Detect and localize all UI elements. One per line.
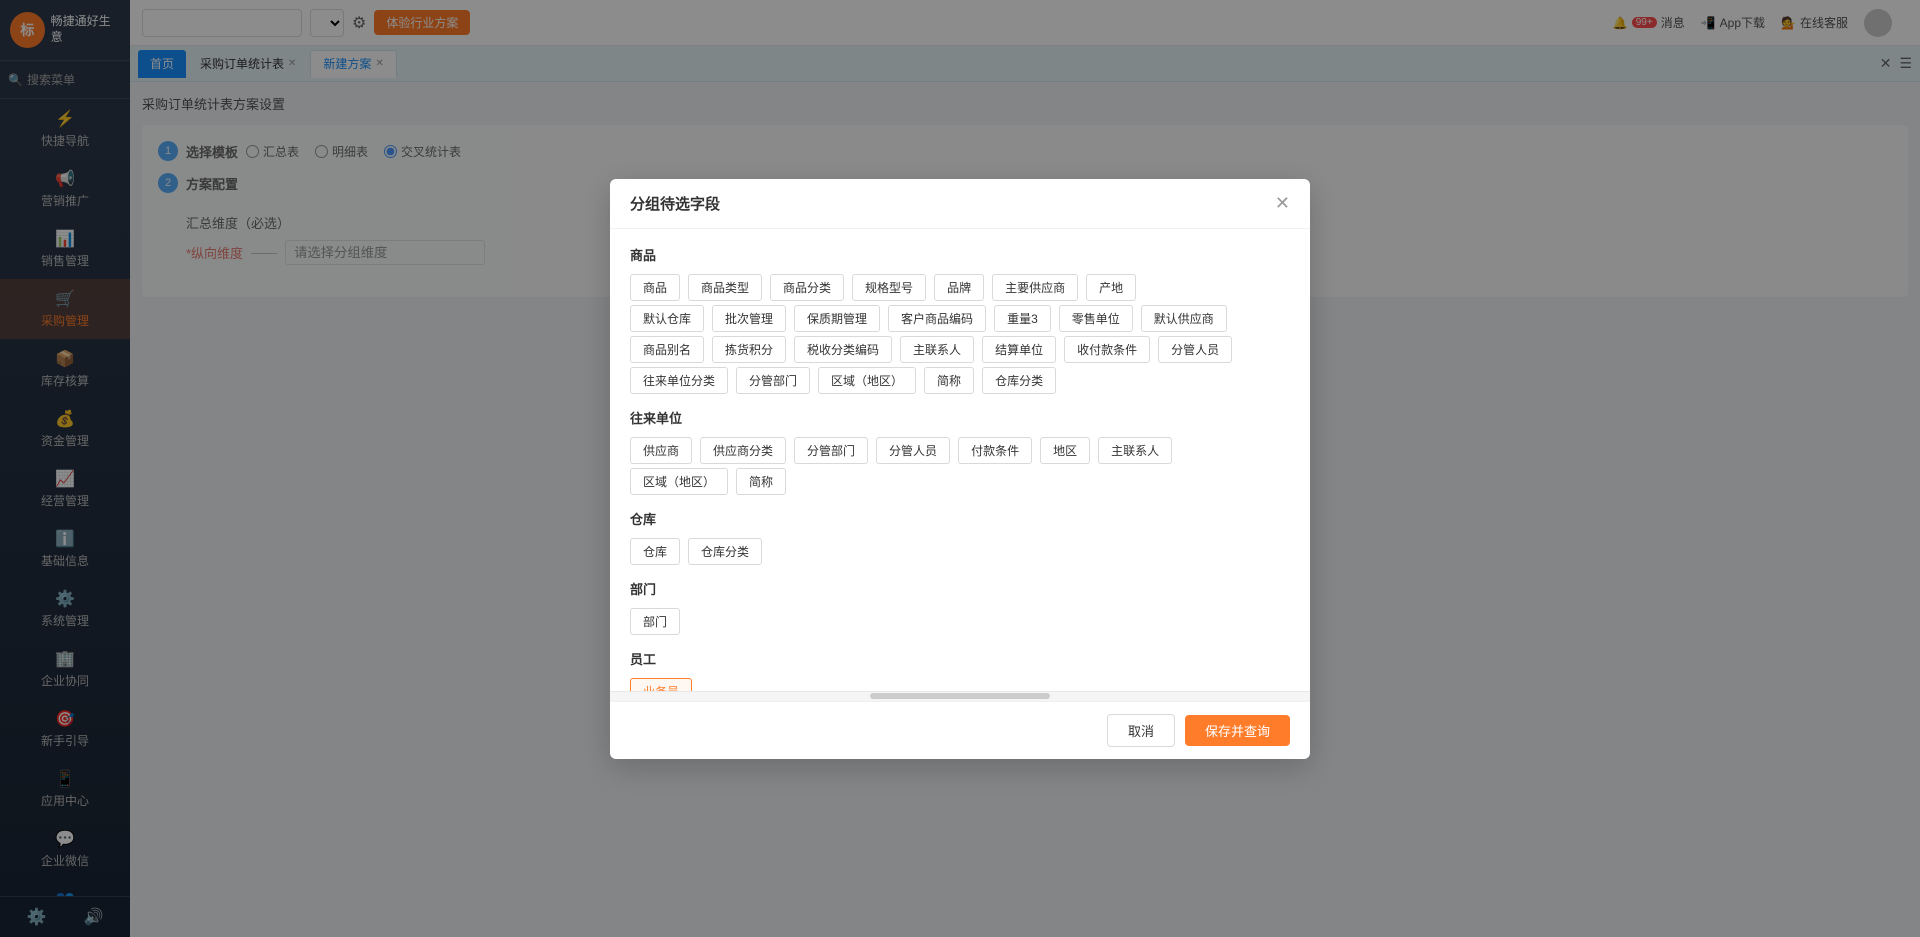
- field-tag[interactable]: 商品分类: [770, 274, 844, 301]
- section-employee-title: 员工: [630, 649, 1290, 668]
- section-department-title: 部门: [630, 579, 1290, 598]
- field-tag[interactable]: 商品类型: [688, 274, 762, 301]
- field-tag[interactable]: 简称: [736, 468, 786, 495]
- field-tag[interactable]: 商品: [630, 274, 680, 301]
- field-tag[interactable]: 主联系人: [900, 336, 974, 363]
- field-tag[interactable]: 分管部门: [794, 437, 868, 464]
- section-partner-tags: 供应商 供应商分类 分管部门 分管人员 付款条件 地区 主联系人: [630, 437, 1290, 464]
- field-tag[interactable]: 规格型号: [852, 274, 926, 301]
- section-partner-title: 往来单位: [630, 408, 1290, 427]
- field-tag[interactable]: 税收分类编码: [794, 336, 892, 363]
- field-tag[interactable]: 部门: [630, 608, 680, 635]
- modal-title: 分组待选字段: [630, 193, 720, 214]
- field-tag[interactable]: 主要供应商: [992, 274, 1078, 301]
- section-goods-tags3: 商品别名 拣货积分 税收分类编码 主联系人 结算单位 收付款条件 分管人员: [630, 336, 1290, 363]
- field-tag[interactable]: 保质期管理: [794, 305, 880, 332]
- field-tag[interactable]: 商品别名: [630, 336, 704, 363]
- section-goods-title: 商品: [630, 245, 1290, 264]
- section-partner-tags2: 区域（地区） 简称: [630, 468, 1290, 495]
- section-warehouse-title: 仓库: [630, 509, 1290, 528]
- field-tag[interactable]: 拣货积分: [712, 336, 786, 363]
- field-tag[interactable]: 分管人员: [1158, 336, 1232, 363]
- cancel-button[interactable]: 取消: [1107, 714, 1175, 747]
- save-button[interactable]: 保存并查询: [1185, 715, 1290, 746]
- section-department-tags: 部门: [630, 608, 1290, 635]
- field-tag[interactable]: 零售单位: [1059, 305, 1133, 332]
- field-tag[interactable]: 供应商分类: [700, 437, 786, 464]
- modal-footer: 取消 保存并查询: [610, 701, 1310, 759]
- field-tag-selected[interactable]: 业务员: [630, 678, 692, 692]
- section-goods-tags: 商品 商品类型 商品分类 规格型号 品牌 主要供应商 产地: [630, 274, 1290, 301]
- field-tag[interactable]: 仓库分类: [688, 538, 762, 565]
- section-goods-tags2: 默认仓库 批次管理 保质期管理 客户商品编码 重量3 零售单位 默认供应商: [630, 305, 1290, 332]
- field-tag[interactable]: 简称: [924, 367, 974, 394]
- modal-overlay: 分组待选字段 ✕ 商品 商品 商品类型 商品分类 规格型号 品牌 主要供应商 产…: [0, 0, 1920, 937]
- field-tag[interactable]: 重量3: [994, 305, 1051, 332]
- section-goods-tags4: 往来单位分类 分管部门 区域（地区） 简称 仓库分类: [630, 367, 1290, 394]
- field-tag[interactable]: 分管部门: [736, 367, 810, 394]
- field-tag[interactable]: 主联系人: [1098, 437, 1172, 464]
- field-tag[interactable]: 品牌: [934, 274, 984, 301]
- field-tag[interactable]: 区域（地区）: [818, 367, 916, 394]
- field-tag[interactable]: 批次管理: [712, 305, 786, 332]
- field-select-modal: 分组待选字段 ✕ 商品 商品 商品类型 商品分类 规格型号 品牌 主要供应商 产…: [610, 179, 1310, 759]
- field-tag[interactable]: 区域（地区）: [630, 468, 728, 495]
- field-tag[interactable]: 往来单位分类: [630, 367, 728, 394]
- section-employee-tags: 业务员: [630, 678, 1290, 692]
- field-tag[interactable]: 分管人员: [876, 437, 950, 464]
- section-warehouse-tags: 仓库 仓库分类: [630, 538, 1290, 565]
- modal-body[interactable]: 商品 商品 商品类型 商品分类 规格型号 品牌 主要供应商 产地 默认仓库 批次…: [610, 229, 1310, 692]
- field-tag[interactable]: 默认供应商: [1141, 305, 1227, 332]
- hscroll-thumb: [870, 693, 1050, 699]
- field-tag[interactable]: 付款条件: [958, 437, 1032, 464]
- field-tag[interactable]: 仓库分类: [982, 367, 1056, 394]
- field-tag[interactable]: 供应商: [630, 437, 692, 464]
- field-tag[interactable]: 产地: [1086, 274, 1136, 301]
- modal-close-icon[interactable]: ✕: [1275, 194, 1290, 212]
- modal-hscroll[interactable]: [610, 691, 1310, 700]
- field-tag[interactable]: 默认仓库: [630, 305, 704, 332]
- field-tag[interactable]: 客户商品编码: [888, 305, 986, 332]
- field-tag[interactable]: 地区: [1040, 437, 1090, 464]
- field-tag[interactable]: 仓库: [630, 538, 680, 565]
- field-tag[interactable]: 收付款条件: [1064, 336, 1150, 363]
- modal-header: 分组待选字段 ✕: [610, 179, 1310, 229]
- field-tag[interactable]: 结算单位: [982, 336, 1056, 363]
